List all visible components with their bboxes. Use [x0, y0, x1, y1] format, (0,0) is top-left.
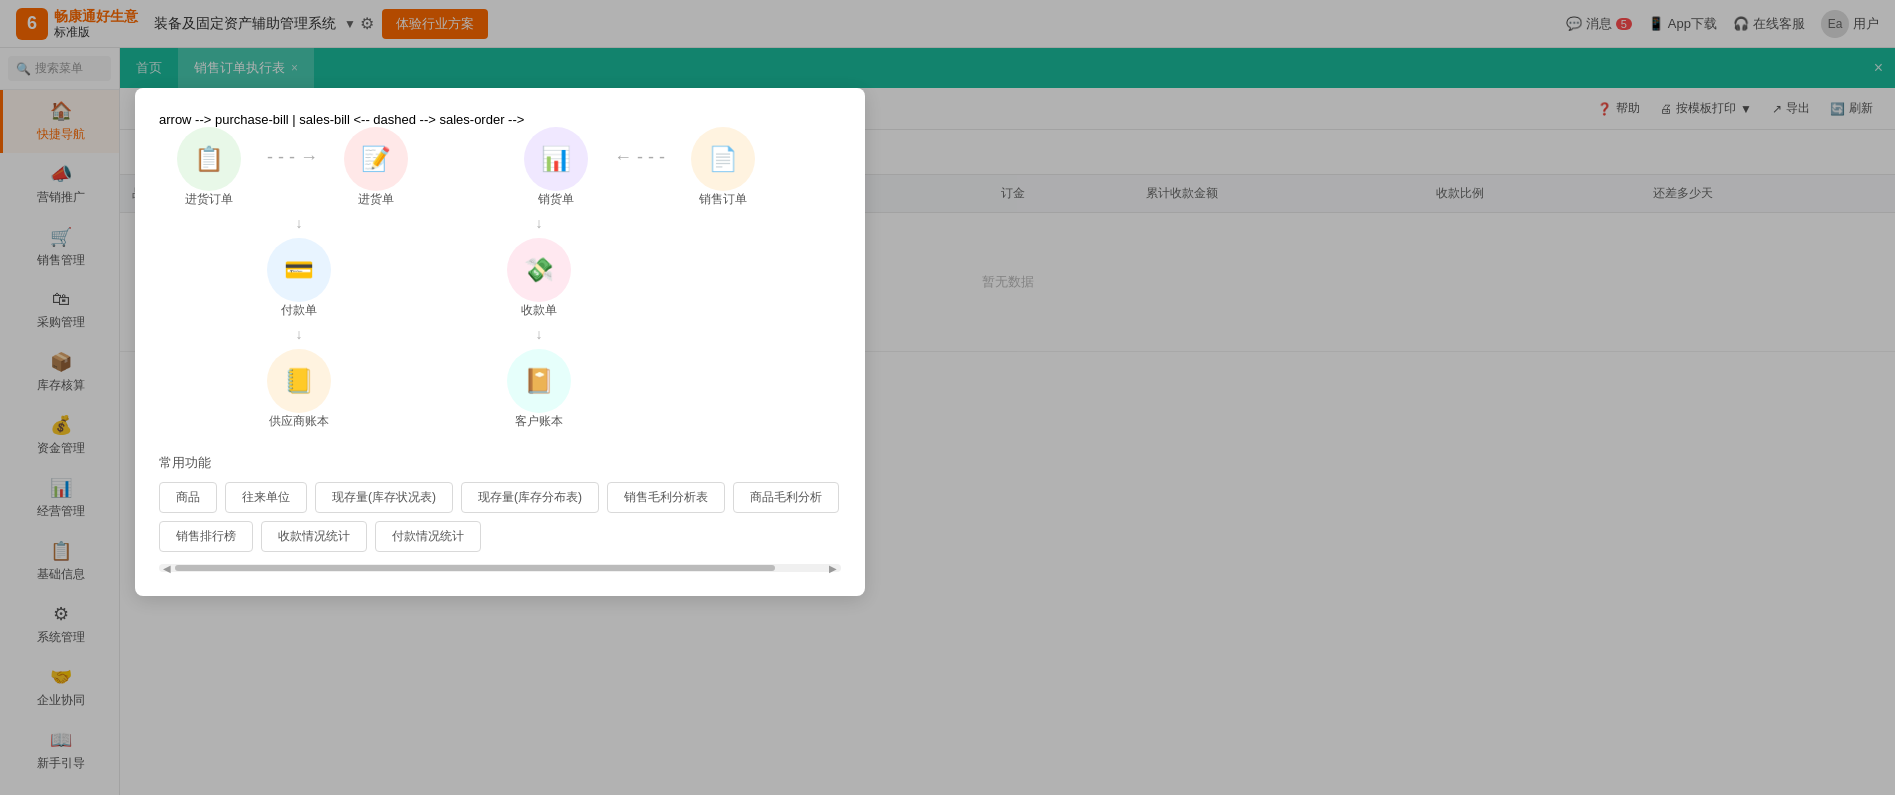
purchase-bill-circle[interactable]: 📝: [344, 127, 408, 191]
customer-icon: 📔: [524, 367, 554, 395]
func-btn-product-profit[interactable]: 商品毛利分析: [733, 482, 839, 513]
app-wrapper: 6 畅康通好生意 标准版 装备及固定资产辅助管理系统 ▼ ⚙ 体验行业方案 💬 …: [0, 0, 1895, 795]
supplier-icon: 📒: [284, 367, 314, 395]
customer-circle[interactable]: 📔: [507, 349, 571, 413]
scroll-right-btn[interactable]: ▶: [825, 560, 841, 576]
func-btn-sales-profit-analysis[interactable]: 销售毛利分析表: [607, 482, 725, 513]
func-btn-product[interactable]: 商品: [159, 482, 217, 513]
modal-overlay: arrow --> purchase-bill | sales-bill <--…: [0, 0, 1895, 795]
payment-circle[interactable]: 💳: [267, 238, 331, 302]
func-btn-sales-ranking[interactable]: 销售排行榜: [159, 521, 253, 552]
sales-bill-label: 销货单: [538, 191, 574, 208]
sales-order-label: 销售订单: [699, 191, 747, 208]
flow-col-customer: ↓ 📔 客户账本: [499, 319, 579, 430]
purchase-order-circle[interactable]: 📋: [177, 127, 241, 191]
flow-mid-section: ↓ 💳 付款单 ↓ 💸: [159, 208, 841, 319]
purchase-order-icon: 📋: [194, 145, 224, 173]
common-functions-section: 常用功能 商品 往来单位 现存量(库存状况表) 现存量(库存分布表) 销售毛利分…: [159, 438, 841, 552]
flow-col-sales-order: 📄 销售订单: [673, 127, 773, 208]
arrow-sales-order-to-bill: ← - - -: [614, 147, 665, 188]
flow-col-payment: ↓ 💳 付款单: [259, 208, 339, 319]
receipt-circle[interactable]: 💸: [507, 238, 571, 302]
quick-nav-modal: arrow --> purchase-bill | sales-bill <--…: [135, 88, 865, 596]
arrow-purchase-order-to-bill: - - - →: [267, 147, 318, 188]
common-functions-title: 常用功能: [159, 454, 841, 472]
flow-top-row: 📋 进货订单 - - - → 📝 进货单: [159, 127, 841, 208]
func-buttons-row1: 商品 往来单位 现存量(库存状况表) 现存量(库存分布表) 销售毛利分析表 商品…: [159, 482, 841, 513]
sales-bill-circle[interactable]: 📊: [524, 127, 588, 191]
flow-col-supplier: ↓ 📒 供应商账本: [259, 319, 339, 430]
func-btn-receipt-stats[interactable]: 收款情况统计: [261, 521, 367, 552]
payment-icon: 💳: [284, 256, 314, 284]
purchase-order-label: 进货订单: [185, 191, 233, 208]
receipt-icon: 💸: [524, 256, 554, 284]
modal-scrollbar[interactable]: ◀ ▶: [159, 564, 841, 572]
flow-col-purchase-order: 📋 进货订单: [159, 127, 259, 208]
down-arrow-receipt: ↓: [536, 319, 543, 349]
flow-col-purchase-bill: 📝 进货单: [326, 127, 426, 208]
down-arrow-sales: ↓: [536, 208, 543, 238]
sales-bill-icon: 📊: [541, 145, 571, 173]
scroll-track[interactable]: [175, 565, 825, 571]
down-arrow-payment: ↓: [296, 319, 303, 349]
func-btn-stock-status[interactable]: 现存量(库存状况表): [315, 482, 453, 513]
down-arrow-purchase: ↓: [296, 208, 303, 238]
sales-order-icon: 📄: [708, 145, 738, 173]
sales-order-circle[interactable]: 📄: [691, 127, 755, 191]
supplier-label: 供应商账本: [269, 413, 329, 430]
flow-bottom-section: ↓ 📒 供应商账本 ↓ 📔 客户账本: [159, 319, 841, 430]
receipt-label: 收款单: [521, 302, 557, 319]
flow-col-sales-bill: 📊 销货单: [506, 127, 606, 208]
func-btn-stock-dist[interactable]: 现存量(库存分布表): [461, 482, 599, 513]
scroll-left-btn[interactable]: ◀: [159, 560, 175, 576]
flow-col-receipt: ↓ 💸 收款单: [499, 208, 579, 319]
purchase-bill-label: 进货单: [358, 191, 394, 208]
func-btn-payment-stats[interactable]: 付款情况统计: [375, 521, 481, 552]
customer-label: 客户账本: [515, 413, 563, 430]
flow-section: arrow --> purchase-bill | sales-bill <--…: [159, 112, 841, 430]
supplier-circle[interactable]: 📒: [267, 349, 331, 413]
func-buttons-row2: 销售排行榜 收款情况统计 付款情况统计: [159, 521, 841, 552]
purchase-bill-icon: 📝: [361, 145, 391, 173]
scroll-thumb[interactable]: [175, 565, 775, 571]
func-btn-customer-supplier[interactable]: 往来单位: [225, 482, 307, 513]
payment-label: 付款单: [281, 302, 317, 319]
